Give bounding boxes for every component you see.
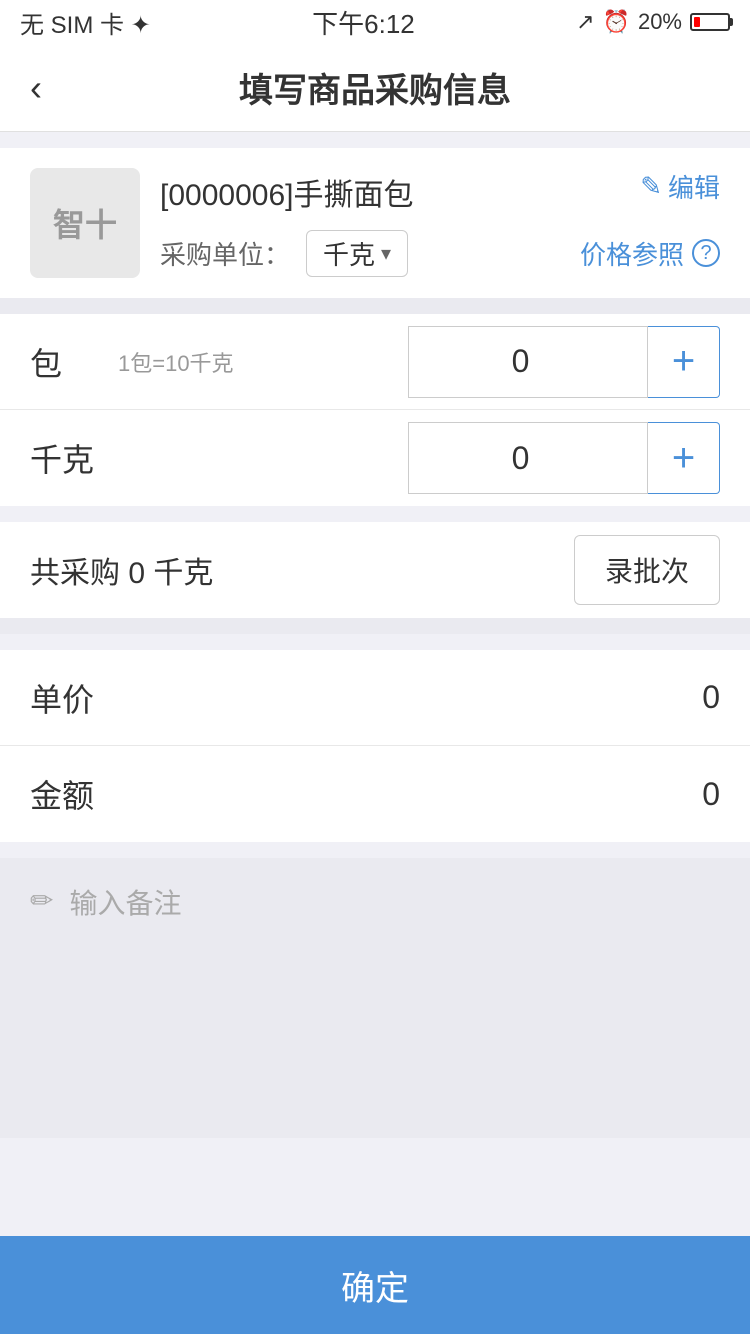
help-icon: ?	[692, 239, 720, 267]
unit-price-row: 单价 0	[0, 650, 750, 746]
kg-plus-button[interactable]: +	[648, 422, 720, 494]
section-divider-1	[0, 298, 750, 314]
kg-input-wrapper: +	[408, 422, 720, 494]
location-icon: ↗	[576, 9, 594, 35]
edit-link[interactable]: ✎ 编辑	[640, 168, 720, 205]
pencil-icon: ✏	[30, 884, 53, 917]
summary-section: 共采购 0 千克 录批次	[0, 522, 750, 618]
edit-icon: ✎	[640, 171, 662, 202]
price-ref-link[interactable]: 价格参照 ?	[580, 235, 720, 272]
chevron-down-icon: ▾	[381, 241, 391, 266]
product-thumbnail: 智十	[30, 168, 140, 278]
kg-label: 千克	[30, 435, 110, 481]
product-unit-row: 采购单位： 千克 ▾ 价格参照 ?	[160, 230, 720, 277]
battery-percent: 20%	[638, 9, 682, 35]
nav-bar: ‹ 填写商品采购信息	[0, 44, 750, 132]
product-card: 智十 [0000006]手撕面包 采购单位： 千克 ▾ 价格参照 ? ✎ 编辑	[0, 148, 750, 298]
kg-input[interactable]	[408, 422, 648, 494]
unit-label: 采购单位：	[160, 235, 290, 272]
batch-button[interactable]: 录批次	[574, 535, 720, 605]
price-ref-label: 价格参照	[580, 235, 684, 272]
unit-select[interactable]: 千克 ▾	[306, 230, 408, 277]
section-divider-2	[0, 618, 750, 634]
unit-price-value: 0	[702, 679, 720, 716]
amount-label: 金额	[30, 771, 94, 817]
bottom-space	[0, 958, 750, 1138]
amount-row: 金额 0	[0, 746, 750, 842]
unit-price-label: 单价	[30, 675, 94, 721]
summary-text: 共采购 0 千克	[30, 548, 213, 592]
status-left: 无 SIM 卡 ✦	[20, 5, 151, 40]
price-info-section: 单价 0 金额 0	[0, 650, 750, 842]
bag-sublabel: 1包=10千克	[118, 346, 234, 378]
product-name: [0000006]手撕面包	[160, 170, 720, 214]
amount-value: 0	[702, 776, 720, 813]
bag-plus-button[interactable]: +	[648, 326, 720, 398]
bag-input-row: 包 1包=10千克 +	[0, 314, 750, 410]
notes-placeholder: 输入备注	[69, 882, 181, 922]
signal-text: 无 SIM 卡 ✦	[20, 5, 151, 40]
status-right: ↗ ⏰ 20%	[576, 9, 730, 35]
confirm-bar[interactable]: 确定	[0, 1236, 750, 1334]
product-info: [0000006]手撕面包 采购单位： 千克 ▾ 价格参照 ?	[160, 170, 720, 277]
alarm-icon: ⏰	[603, 9, 630, 35]
kg-input-row: 千克 +	[0, 410, 750, 506]
bag-input[interactable]	[408, 326, 648, 398]
confirm-button-label: 确定	[341, 1261, 409, 1310]
input-section: 包 1包=10千克 + 千克 +	[0, 314, 750, 506]
back-button[interactable]: ‹	[30, 67, 42, 109]
notes-section[interactable]: ✏ 输入备注	[0, 858, 750, 958]
status-time: 下午6:12	[312, 4, 415, 41]
unit-value: 千克	[323, 235, 375, 272]
status-bar: 无 SIM 卡 ✦ 下午6:12 ↗ ⏰ 20%	[0, 0, 750, 44]
battery-icon	[690, 13, 730, 31]
page-title: 填写商品采购信息	[239, 63, 511, 112]
product-thumb-label: 智十	[53, 200, 117, 246]
bag-label: 包	[30, 339, 110, 385]
edit-label: 编辑	[668, 168, 720, 205]
bag-input-wrapper: +	[408, 326, 720, 398]
